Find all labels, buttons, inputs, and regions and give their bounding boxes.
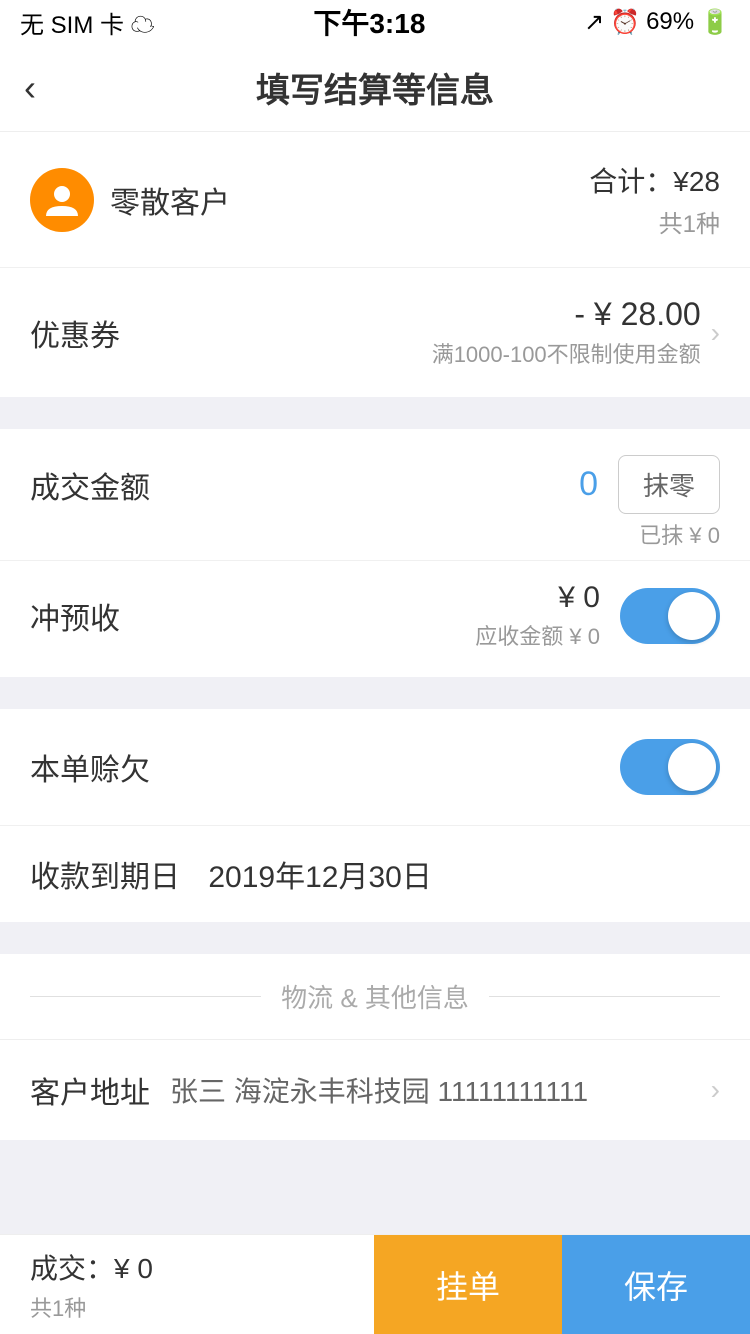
transaction-amount-row: 成交金额 0 抹零 已抹 ¥ 0 (0, 429, 750, 560)
bottom-info: 成交：¥ 0 共1种 (0, 1247, 374, 1323)
header-line-right (489, 996, 720, 997)
due-date-label: 收款到期日 (30, 861, 180, 894)
transaction-sub: 已抹 ¥ 0 (30, 518, 720, 550)
debit-label: 本单赊欠 (30, 745, 150, 789)
round-zero-button[interactable]: 抹零 (618, 455, 720, 514)
section-divider-1 (0, 413, 750, 429)
no-sim-text: 无 SIM 卡 ☁ (20, 5, 155, 40)
total-count: 共1种 (589, 204, 720, 239)
section-divider-3 (0, 938, 750, 954)
location-icon: ↗ (584, 8, 604, 37)
precollect-amount: ¥ 0 (475, 581, 600, 615)
debit-section: 本单赊欠 收款到期日 2019年12月30日 (0, 709, 750, 922)
battery-text: 69% (646, 8, 694, 36)
debit-toggle[interactable] (620, 739, 720, 795)
save-button[interactable]: 保存 (562, 1235, 750, 1334)
status-bar: 无 SIM 卡 ☁ 下午3:18 ↗ ⏰ 69% 🔋 (0, 0, 750, 44)
battery-icon: 🔋 (700, 8, 730, 37)
precollect-values: ¥ 0 应收金额 ¥ 0 (475, 581, 600, 651)
customer-totals: 合计：¥28 共1种 (589, 160, 720, 239)
coupon-label: 优惠券 (30, 311, 120, 355)
back-button[interactable]: ‹ (24, 67, 36, 109)
transaction-main: 成交金额 0 抹零 (30, 455, 720, 514)
precollect-toggle[interactable] (620, 588, 720, 644)
logistics-header: 物流 & 其他信息 (0, 954, 750, 1040)
address-value: 张三 海淀永丰科技园 11111111111 (170, 1070, 711, 1110)
precollect-right: ¥ 0 应收金额 ¥ 0 (475, 581, 720, 651)
hold-button[interactable]: 挂单 (374, 1235, 562, 1334)
page-title: 填写结算等信息 (256, 63, 494, 112)
precollect-label: 冲预收 (30, 594, 120, 638)
transaction-label: 成交金额 (30, 463, 150, 507)
status-time: 下午3:18 (313, 2, 425, 42)
alarm-icon: ⏰ (610, 8, 640, 37)
bottom-transaction-text: 成交：¥ 0 (30, 1247, 344, 1287)
precollect-receivable: 应收金额 ¥ 0 (475, 619, 600, 651)
transaction-amount[interactable]: 0 (579, 465, 598, 504)
bottom-transaction-amount: ¥ 0 (114, 1253, 153, 1284)
bottom-count: 共1种 (30, 1291, 344, 1323)
coupon-row[interactable]: 优惠券 - ¥ 28.00 满1000-100不限制使用金额 › (0, 267, 750, 397)
debit-row: 本单赊欠 (0, 709, 750, 825)
bottom-bar: 成交：¥ 0 共1种 挂单 保存 (0, 1234, 750, 1334)
customer-section: 零散客户 合计：¥28 共1种 优惠券 - ¥ 28.00 满1000-100不… (0, 132, 750, 397)
logistics-section: 物流 & 其他信息 客户地址 张三 海淀永丰科技园 11111111111 › (0, 954, 750, 1140)
status-right: ↗ ⏰ 69% 🔋 (584, 8, 730, 37)
customer-row: 零散客户 合计：¥28 共1种 (0, 132, 750, 267)
transaction-section: 成交金额 0 抹零 已抹 ¥ 0 冲预收 ¥ 0 应收金额 ¥ 0 (0, 429, 750, 677)
address-label: 客户地址 (30, 1068, 150, 1112)
nav-bar: ‹ 填写结算等信息 (0, 44, 750, 132)
coupon-desc: 满1000-100不限制使用金额 (432, 337, 701, 369)
precollect-row: 冲预收 ¥ 0 应收金额 ¥ 0 (0, 560, 750, 677)
total-amount: 合计：¥28 (589, 160, 720, 200)
transaction-value-group: 0 抹零 (579, 455, 720, 514)
coupon-right: - ¥ 28.00 满1000-100不限制使用金额 › (432, 296, 720, 369)
avatar (30, 168, 94, 232)
logistics-header-text: 物流 & 其他信息 (281, 978, 469, 1015)
due-date-row: 收款到期日 2019年12月30日 (0, 825, 750, 922)
header-line-left (30, 996, 261, 997)
avatar-icon (42, 180, 82, 220)
due-date-value: 2019年12月30日 (208, 861, 431, 894)
status-left: 无 SIM 卡 ☁ (20, 5, 155, 40)
section-divider-2 (0, 693, 750, 709)
customer-info: 零散客户 (30, 168, 230, 232)
bottom-buttons: 挂单 保存 (374, 1235, 750, 1334)
chevron-right-icon: › (711, 317, 720, 349)
coupon-discount: - ¥ 28.00 (432, 296, 701, 333)
bottom-transaction-label: 成交： (30, 1253, 114, 1284)
already-rounded-text: 已抹 ¥ 0 (639, 518, 720, 550)
coupon-value: - ¥ 28.00 满1000-100不限制使用金额 (432, 296, 701, 369)
customer-name: 零散客户 (110, 178, 230, 222)
address-chevron-icon: › (711, 1074, 720, 1106)
address-row[interactable]: 客户地址 张三 海淀永丰科技园 11111111111 › (0, 1040, 750, 1140)
